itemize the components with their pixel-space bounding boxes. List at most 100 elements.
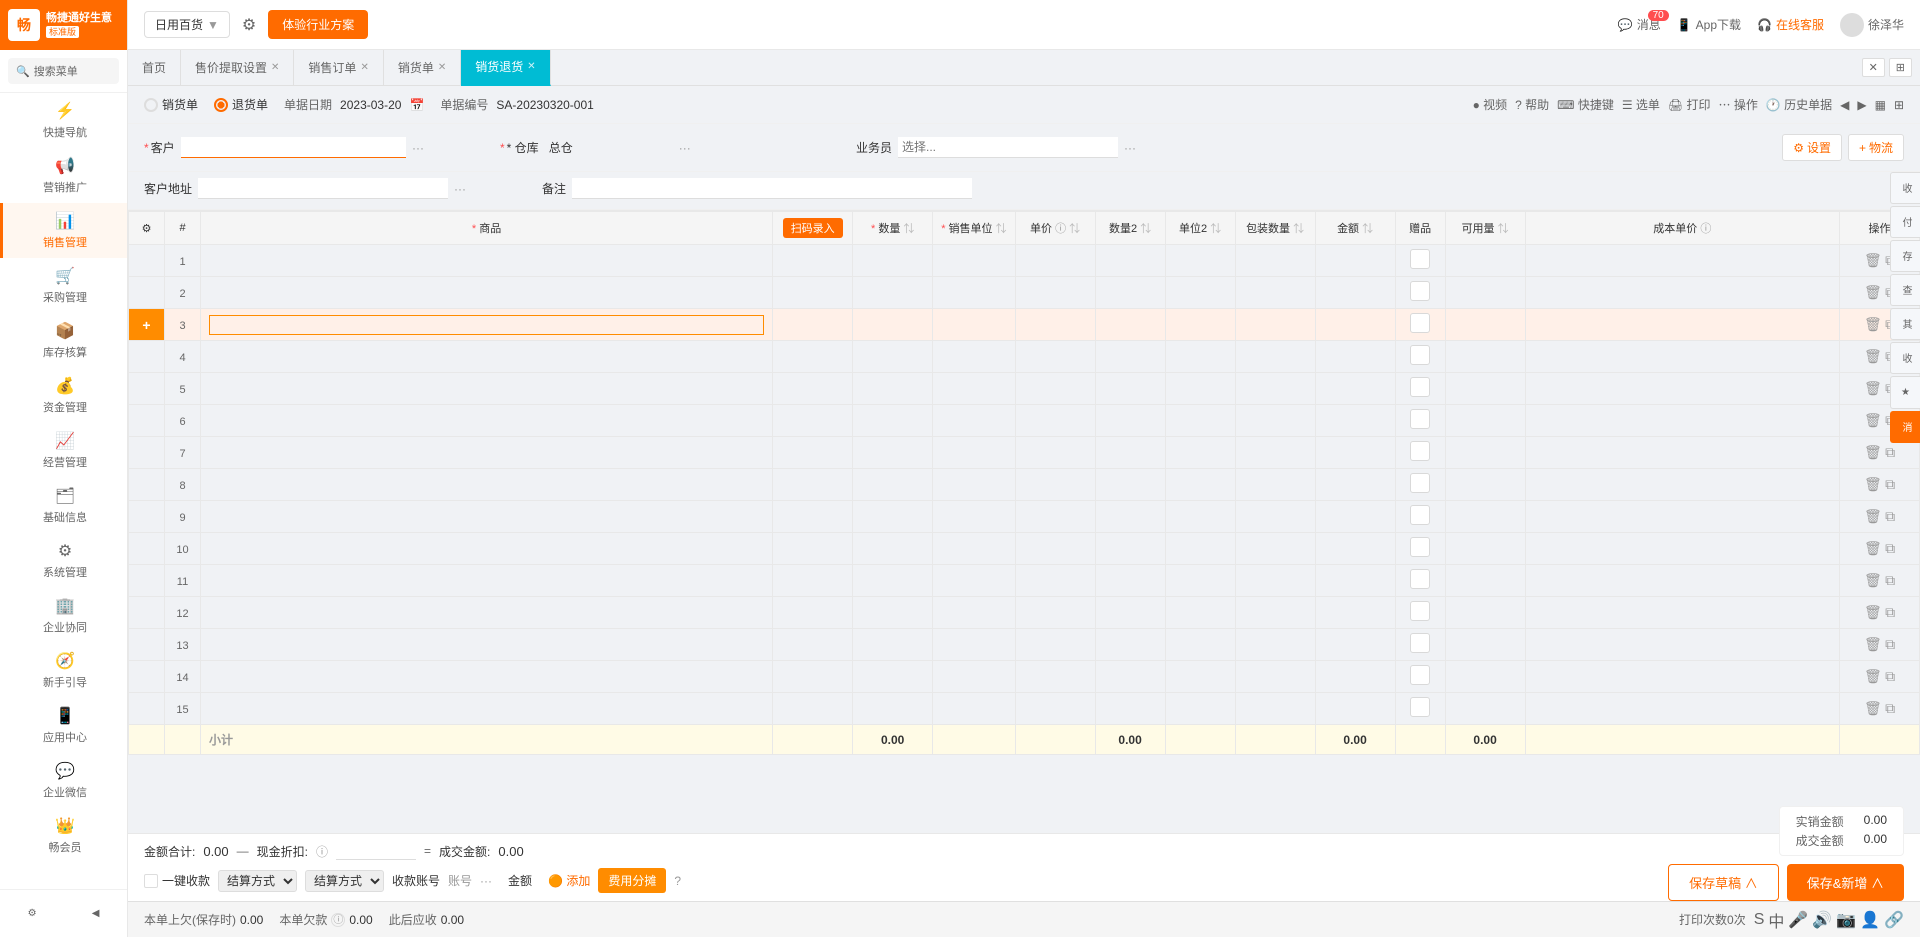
sidebar-item-quick-nav[interactable]: ⚡ 快捷导航 bbox=[0, 93, 127, 148]
row-unit2-cell[interactable] bbox=[1165, 501, 1235, 533]
row-price-cell[interactable] bbox=[1015, 501, 1095, 533]
row-amount-cell[interactable] bbox=[1315, 341, 1395, 373]
row-unit2-cell[interactable] bbox=[1165, 469, 1235, 501]
unit-price-info-icon[interactable]: ⓘ bbox=[1055, 223, 1066, 235]
sidebar-item-guide[interactable]: 🧭 新手引导 bbox=[0, 643, 127, 698]
row-qty2-cell[interactable] bbox=[1095, 565, 1165, 597]
zh-icon-btn[interactable]: 中 bbox=[1768, 908, 1784, 932]
row-price-cell[interactable] bbox=[1015, 437, 1095, 469]
row-delete-btn[interactable]: 🗑 bbox=[1864, 572, 1882, 589]
right-btn-receive[interactable]: 收 bbox=[1890, 172, 1920, 204]
shortcut-btn[interactable]: ⌨ 快捷键 bbox=[1557, 96, 1614, 113]
cash-discount-info-icon[interactable]: ⓘ bbox=[316, 843, 328, 860]
row-price-cell[interactable] bbox=[1015, 693, 1095, 725]
row-copy-btn[interactable]: ⧉ bbox=[1885, 668, 1895, 685]
expand-tab-button[interactable]: ⊞ bbox=[1889, 58, 1912, 77]
col-gear[interactable]: ⚙ bbox=[129, 212, 165, 245]
row-available-cell[interactable] bbox=[1445, 437, 1525, 469]
experience-button[interactable]: 体验行业方案 bbox=[268, 10, 368, 39]
right-btn-query[interactable]: 查 bbox=[1890, 274, 1920, 306]
row-price-cell[interactable] bbox=[1015, 469, 1095, 501]
row-unit2-cell[interactable] bbox=[1165, 565, 1235, 597]
row-amount-cell[interactable] bbox=[1315, 405, 1395, 437]
row-qty-cell[interactable] bbox=[853, 277, 933, 309]
row-pkg-cell[interactable] bbox=[1235, 597, 1315, 629]
row-product-cell[interactable] bbox=[201, 245, 773, 277]
one-click-payment-checkbox[interactable]: 一键收款 bbox=[144, 872, 210, 889]
row-gift-cell[interactable] bbox=[1395, 661, 1445, 693]
add-btn[interactable]: 🟠 添加 bbox=[548, 872, 590, 889]
sidebar-item-operations[interactable]: 📈 经营管理 bbox=[0, 423, 127, 478]
row-price-cell[interactable] bbox=[1015, 533, 1095, 565]
qty2-sort-icon[interactable]: ⇅ bbox=[1140, 223, 1151, 235]
gift-checkbox[interactable] bbox=[1410, 601, 1430, 621]
row-gift-cell[interactable] bbox=[1395, 565, 1445, 597]
row-available-cell[interactable] bbox=[1445, 597, 1525, 629]
address-dots-btn[interactable]: ··· bbox=[454, 182, 466, 196]
row-pkg-cell[interactable] bbox=[1235, 629, 1315, 661]
row-qty-cell[interactable] bbox=[853, 341, 933, 373]
row-available-cell[interactable] bbox=[1445, 661, 1525, 693]
product-input[interactable] bbox=[209, 315, 764, 335]
row-amount-cell[interactable] bbox=[1315, 373, 1395, 405]
row-cost-cell[interactable] bbox=[1525, 469, 1839, 501]
avail-sort-icon[interactable]: ⇅ bbox=[1498, 223, 1509, 235]
row-copy-btn[interactable]: ⧉ bbox=[1885, 540, 1895, 557]
row-cost-cell[interactable] bbox=[1525, 309, 1839, 341]
row-price-cell[interactable] bbox=[1015, 405, 1095, 437]
gift-checkbox[interactable] bbox=[1410, 473, 1430, 493]
row-delete-btn[interactable]: 🗑 bbox=[1864, 668, 1882, 685]
tab-sales-delivery-close[interactable]: ✕ bbox=[438, 62, 446, 73]
fee-split-btn[interactable]: 费用分摊 bbox=[598, 868, 666, 893]
table-gear-icon[interactable]: ⚙ bbox=[142, 223, 152, 235]
row-price-cell[interactable] bbox=[1015, 373, 1095, 405]
row-qty2-cell[interactable] bbox=[1095, 373, 1165, 405]
row-unit2-cell[interactable] bbox=[1165, 277, 1235, 309]
row-pkg-cell[interactable] bbox=[1235, 405, 1315, 437]
scan-input-btn[interactable]: 扫码录入 bbox=[783, 218, 843, 238]
warehouse-dots-btn[interactable]: ··· bbox=[679, 141, 691, 155]
row-price-cell[interactable] bbox=[1015, 277, 1095, 309]
row-qty-cell[interactable] bbox=[853, 693, 933, 725]
tab-price-setting-close[interactable]: ✕ bbox=[271, 62, 279, 73]
row-unit-cell[interactable] bbox=[933, 437, 1015, 469]
row-unit-cell[interactable] bbox=[933, 277, 1015, 309]
add-row-icon[interactable]: + bbox=[138, 316, 156, 334]
row-product-cell[interactable] bbox=[201, 309, 773, 341]
row-qty-cell[interactable] bbox=[853, 661, 933, 693]
row-cost-cell[interactable] bbox=[1525, 629, 1839, 661]
sidebar-item-wechat[interactable]: 💬 企业微信 bbox=[0, 753, 127, 808]
gift-checkbox[interactable] bbox=[1410, 665, 1430, 685]
gift-checkbox[interactable] bbox=[1410, 281, 1430, 301]
gift-checkbox[interactable] bbox=[1410, 313, 1430, 333]
row-unit2-cell[interactable] bbox=[1165, 533, 1235, 565]
row-gift-cell[interactable] bbox=[1395, 277, 1445, 309]
mic-icon-btn[interactable]: 🎤 bbox=[1788, 908, 1808, 932]
row-product-cell[interactable] bbox=[201, 373, 773, 405]
row-qty-cell[interactable] bbox=[853, 437, 933, 469]
gift-checkbox[interactable] bbox=[1410, 441, 1430, 461]
right-btn-feedback[interactable]: 消 bbox=[1890, 411, 1920, 443]
row-unit2-cell[interactable] bbox=[1165, 597, 1235, 629]
row-amount-cell[interactable] bbox=[1315, 277, 1395, 309]
row-copy-btn[interactable]: ⧉ bbox=[1885, 572, 1895, 589]
row-pkg-cell[interactable] bbox=[1235, 245, 1315, 277]
row-cost-cell[interactable] bbox=[1525, 693, 1839, 725]
gift-checkbox[interactable] bbox=[1410, 569, 1430, 589]
tab-sales-order-close[interactable]: ✕ bbox=[360, 62, 368, 73]
row-delete-btn[interactable]: 🗑 bbox=[1864, 540, 1882, 557]
row-delete-btn[interactable]: 🗑 bbox=[1864, 348, 1882, 365]
gift-checkbox[interactable] bbox=[1410, 377, 1430, 397]
calendar-icon[interactable]: 📅 bbox=[409, 98, 424, 112]
row-price-cell[interactable] bbox=[1015, 245, 1095, 277]
salesperson-input[interactable] bbox=[898, 137, 1118, 158]
grid-view-btn[interactable]: ⊞ bbox=[1894, 98, 1904, 112]
row-qty-cell[interactable] bbox=[853, 533, 933, 565]
row-available-cell[interactable] bbox=[1445, 373, 1525, 405]
tab-sales-delivery[interactable]: 销货单 ✕ bbox=[384, 50, 461, 86]
row-unit-cell[interactable] bbox=[933, 341, 1015, 373]
sidebar-item-enterprise[interactable]: 🏢 企业协同 bbox=[0, 588, 127, 643]
row-qty-cell[interactable] bbox=[853, 309, 933, 341]
row-gift-cell[interactable] bbox=[1395, 629, 1445, 661]
person-icon-btn[interactable]: 👤 bbox=[1860, 908, 1880, 932]
